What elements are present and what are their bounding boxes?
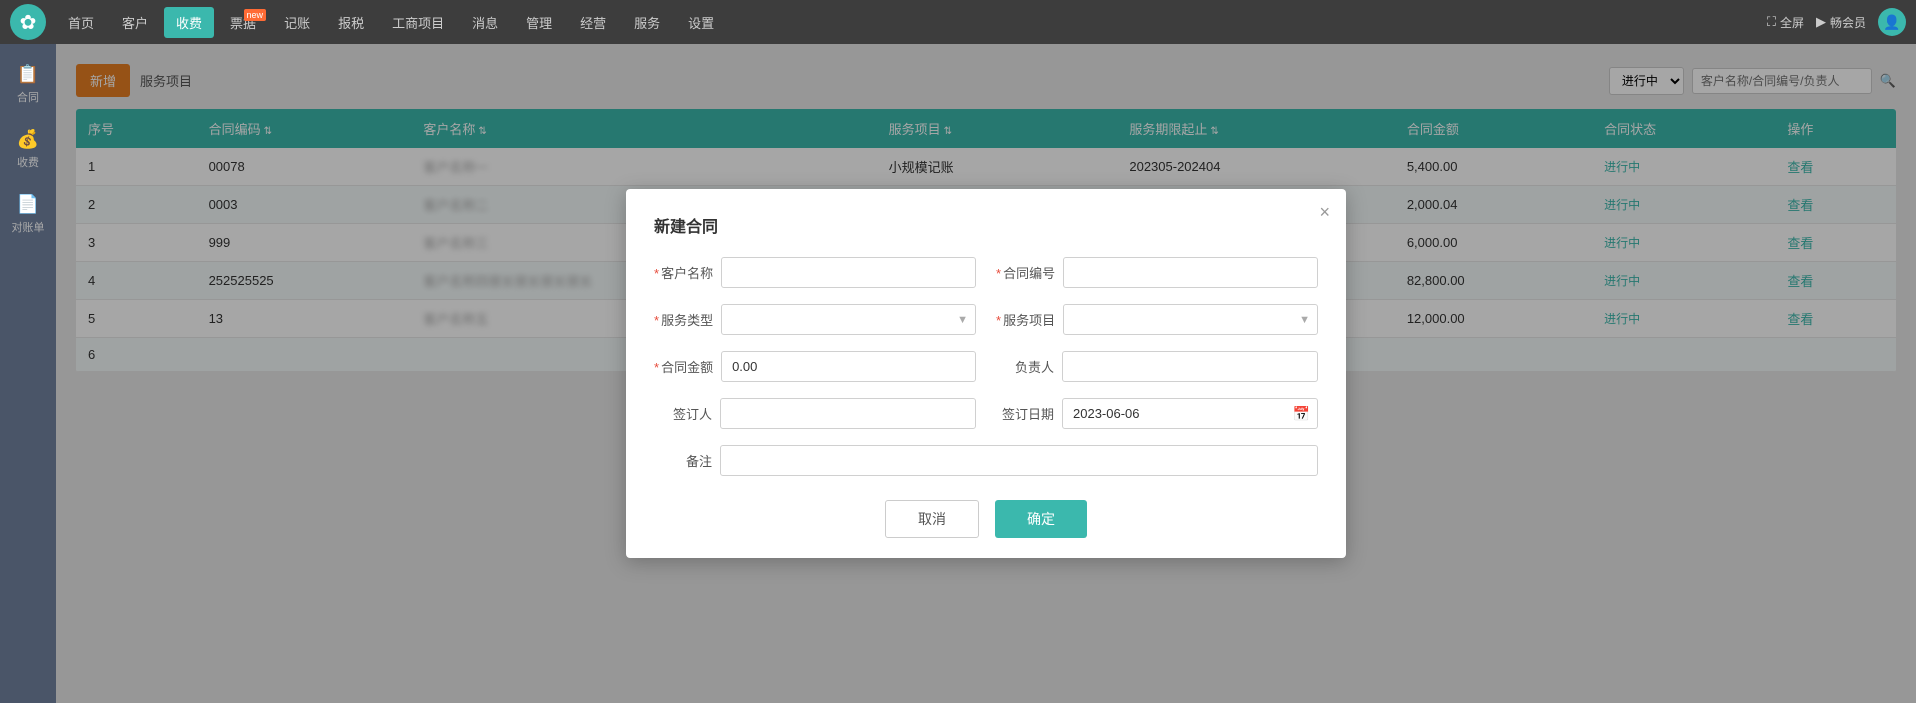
member-button[interactable]: ▶ 畅会员 [1816,14,1866,31]
signer-field: 签订人 [654,398,976,429]
contract-amount-label: *合同金额 [654,357,713,376]
modal-form: *客户名称 *合同编号 *服务类型 [654,257,1318,429]
service-item-field: *服务项目 ▼ [996,304,1318,335]
fullscreen-button[interactable]: ⛶ 全屏 [1767,14,1804,31]
contract-number-label: *合同编号 [996,263,1055,282]
service-item-select-wrapper: ▼ [1063,304,1318,335]
remark-label: 备注 [654,451,712,470]
nav-operations[interactable]: 经营 [568,7,618,38]
service-type-field: *服务类型 ▼ [654,304,976,335]
service-type-label: *服务类型 [654,310,713,329]
content-area: 新增 服务项目 进行中 已完成 已终止 🔍 序号 合同编码⇅ 客户名称⇅ 服务项… [56,44,1916,703]
service-item-label: *服务项目 [996,310,1055,329]
sign-date-field: 签订日期 📅 [996,398,1318,429]
customer-name-field: *客户名称 [654,257,976,288]
nav-right-actions: ⛶ 全屏 ▶ 畅会员 👤 [1767,8,1906,36]
modal-footer: 取消 确定 [654,500,1318,538]
service-type-select[interactable] [721,304,976,335]
nav-business[interactable]: 工商项目 [380,7,456,38]
nav-invoice[interactable]: 票据 new [218,7,268,38]
main-layout: 📋 合同 💰 收费 📄 对账单 新增 服务项目 进行中 已完成 已终止 � [0,44,1916,703]
nav-home[interactable]: 首页 [56,7,106,38]
remark-input[interactable] [720,445,1318,476]
signer-input[interactable] [720,398,976,429]
person-in-charge-label: 负责人 [996,357,1054,376]
sign-date-input[interactable] [1062,398,1318,429]
nav-management[interactable]: 管理 [514,7,564,38]
service-item-select[interactable] [1063,304,1318,335]
top-navigation: ✿ 首页 客户 收费 票据 new 记账 报税 工商项目 消息 管理 经营 服务… [0,0,1916,44]
sidebar-item-billing[interactable]: 💰 收费 [0,119,56,180]
cancel-button[interactable]: 取消 [885,500,979,538]
billing-icon: 💰 [17,129,39,150]
nav-settings[interactable]: 设置 [676,7,726,38]
contract-icon: 📋 [17,64,39,85]
new-badge: new [244,9,267,21]
confirm-button[interactable]: 确定 [995,500,1087,538]
app-logo: ✿ [10,4,46,40]
nav-billing[interactable]: 收费 [164,7,214,38]
nav-client[interactable]: 客户 [110,7,160,38]
person-in-charge-input[interactable] [1062,351,1318,382]
nav-messages[interactable]: 消息 [460,7,510,38]
modal-overlay: × 新建合同 *客户名称 *合同编号 [56,44,1916,703]
signer-label: 签订人 [654,404,712,423]
new-contract-modal: × 新建合同 *客户名称 *合同编号 [626,189,1346,558]
modal-title: 新建合同 [654,213,1318,237]
calendar-icon[interactable]: 📅 [1293,405,1310,422]
contract-amount-field: *合同金额 [654,351,976,382]
sign-date-label: 签订日期 [996,404,1054,423]
nav-menu: 首页 客户 收费 票据 new 记账 报税 工商项目 消息 管理 经营 服务 设… [56,7,1767,38]
sign-date-wrapper: 📅 [1062,398,1318,429]
avatar[interactable]: 👤 [1878,8,1906,36]
service-type-select-wrapper: ▼ [721,304,976,335]
person-in-charge-field: 负责人 [996,351,1318,382]
sidebar-item-statement[interactable]: 📄 对账单 [0,184,56,245]
remark-field: 备注 [654,445,1318,476]
sidebar-item-billing-label: 收费 [17,154,39,170]
statement-icon: 📄 [17,194,39,215]
modal-close-button[interactable]: × [1319,203,1330,221]
contract-amount-input[interactable] [721,351,976,382]
nav-bookkeeping[interactable]: 记账 [272,7,322,38]
customer-name-label: *客户名称 [654,263,713,282]
customer-name-input[interactable] [721,257,976,288]
sidebar: 📋 合同 💰 收费 📄 对账单 [0,44,56,703]
sidebar-item-statement-label: 对账单 [12,219,45,235]
sidebar-item-contract[interactable]: 📋 合同 [0,54,56,115]
contract-number-field: *合同编号 [996,257,1318,288]
nav-service[interactable]: 服务 [622,7,672,38]
contract-number-input[interactable] [1063,257,1318,288]
sidebar-item-contract-label: 合同 [17,89,39,105]
nav-tax[interactable]: 报税 [326,7,376,38]
